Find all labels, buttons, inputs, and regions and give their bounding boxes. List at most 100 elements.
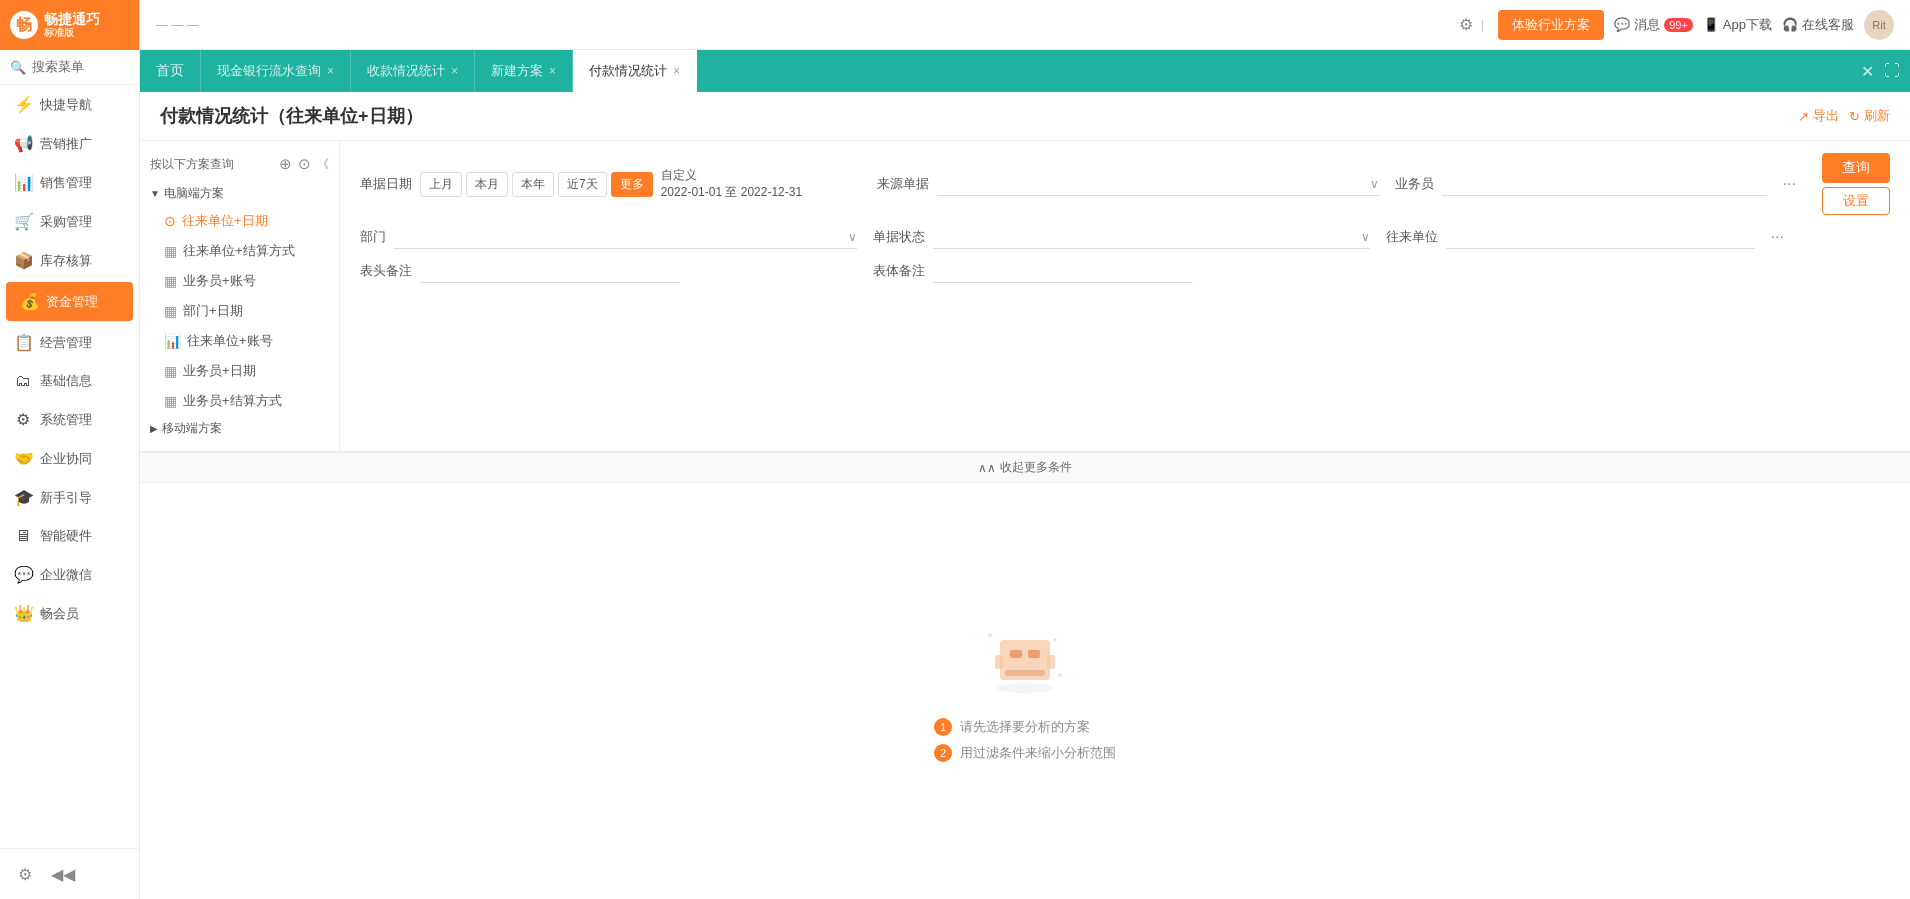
dept-select[interactable]: ∨	[394, 226, 857, 249]
sidebar-item-guide[interactable]: 🎓 新手引导	[0, 478, 139, 517]
filter-header-note-item: 表头备注	[360, 259, 857, 283]
filter-row-1: 单据日期 上月 本月 本年 近7天 更多 自定义 2022-	[360, 153, 1890, 215]
tab-income-stats[interactable]: 收款情况统计 ×	[351, 50, 475, 92]
sidebar-item-system[interactable]: ⚙ 系统管理	[0, 400, 139, 439]
tab-new-plan-close[interactable]: ×	[549, 64, 556, 78]
tab-bank-flow[interactable]: 现金银行流水查询 ×	[201, 50, 351, 92]
header-note-input[interactable]	[420, 259, 680, 283]
source-doc-select[interactable]: ∨	[937, 173, 1378, 196]
sidebar-item-sales[interactable]: 📊 销售管理	[0, 163, 139, 202]
tab-new-plan[interactable]: 新建方案 ×	[475, 50, 573, 92]
tab-bank-flow-label: 现金银行流水查询	[217, 62, 321, 80]
source-doc-label: 来源单据	[877, 175, 929, 193]
desktop-scheme-group[interactable]: ▼ 电脑端方案	[140, 181, 339, 206]
tab-payment-stats[interactable]: 付款情况统计 ×	[573, 50, 697, 92]
hardware-icon: 🖥	[14, 527, 32, 545]
tab-payment-stats-close[interactable]: ×	[673, 64, 680, 78]
settings-scheme-btn[interactable]: ⊙	[298, 155, 311, 173]
tabs-bar: 首页 现金银行流水查询 × 收款情况统计 × 新建方案 × 付款情况统计 × ✕…	[140, 50, 1910, 92]
sidebar-item-wechat[interactable]: 💬 企业微信	[0, 555, 139, 594]
sidebar-search[interactable]: 🔍 搜索菜单	[0, 50, 139, 85]
sidebar-bottom: ⚙ ◀◀	[0, 848, 139, 899]
tab-bank-flow-close[interactable]: ×	[327, 64, 334, 78]
body-note-input[interactable]	[933, 259, 1193, 283]
export-button[interactable]: ↗ 导出	[1798, 107, 1839, 125]
industry-plan-button[interactable]: 体验行业方案	[1498, 10, 1604, 40]
filter-dept-item: 部门 ∨	[360, 226, 857, 249]
sidebar-nav: ⚡ 快捷导航 📢 营销推广 📊 销售管理 🛒 采购管理 📦 库存核算 💰 资金管…	[0, 85, 139, 848]
app-download-button[interactable]: 📱 App下载	[1703, 16, 1772, 34]
scheme-item-salesman-account[interactable]: ▦ 业务员+账号	[140, 266, 339, 296]
logo-title: 畅捷通巧	[44, 11, 100, 28]
user-avatar[interactable]: Rit	[1864, 10, 1894, 40]
expand-tabs-btn[interactable]: ⛶	[1884, 62, 1900, 80]
date-btn-7days[interactable]: 近7天	[558, 172, 607, 197]
scheme-item-dept-date[interactable]: ▦ 部门+日期	[140, 296, 339, 326]
gear-icon[interactable]: ⚙	[1459, 15, 1473, 34]
settings-bottom-btn[interactable]: ⚙	[10, 859, 40, 889]
sidebar-item-purchase[interactable]: 🛒 采购管理	[0, 202, 139, 241]
salesman-dots-icon[interactable]: ···	[1783, 175, 1796, 193]
collapse-scheme-btn[interactable]: 《	[317, 156, 329, 173]
sidebar-item-label: 智能硬件	[40, 527, 92, 545]
source-doc-arrow-icon: ∨	[1370, 177, 1379, 191]
guide-icon: 🎓	[14, 488, 32, 507]
app-download-label: App下载	[1723, 16, 1772, 34]
add-scheme-btn[interactable]: ⊕	[279, 155, 292, 173]
close-all-tabs-btn[interactable]: ✕	[1861, 62, 1874, 81]
sidebar-item-quick-nav[interactable]: ⚡ 快捷导航	[0, 85, 139, 124]
sidebar-item-operations[interactable]: 📋 经营管理	[0, 323, 139, 362]
collapse-sidebar-btn[interactable]: ◀◀	[48, 859, 78, 889]
query-button[interactable]: 查询	[1822, 153, 1890, 183]
scheme-item-salesman-date[interactable]: ▦ 业务员+日期	[140, 356, 339, 386]
filter-panel: 单据日期 上月 本月 本年 近7天 更多 自定义 2022-	[340, 141, 1910, 451]
mobile-scheme-group[interactable]: ▶ 移动端方案	[140, 416, 339, 441]
sidebar-item-inventory[interactable]: 📦 库存核算	[0, 241, 139, 280]
scheme-icon-partner-date: ⊙	[164, 213, 176, 229]
inventory-icon: 📦	[14, 251, 32, 270]
scheme-item-partner-date[interactable]: ⊙ 往来单位+日期	[140, 206, 339, 236]
date-buttons: 上月 本月 本年 近7天 更多	[420, 172, 653, 197]
empty-hint-1-text: 请先选择要分析的方案	[960, 718, 1090, 736]
partner-dots-icon[interactable]: ···	[1771, 228, 1784, 246]
message-button[interactable]: 💬 消息 99+	[1614, 16, 1693, 34]
page-title: 付款情况统计（往来单位+日期）	[160, 104, 423, 140]
tab-income-stats-close[interactable]: ×	[451, 64, 458, 78]
export-label: 导出	[1813, 107, 1839, 125]
date-btn-this-month[interactable]: 本月	[466, 172, 508, 197]
message-badge: 99+	[1664, 18, 1693, 32]
online-service-button[interactable]: 🎧 在线客服	[1782, 16, 1854, 34]
export-icon: ↗	[1798, 109, 1809, 124]
filter-partner-item: 往来单位 ···	[1386, 225, 1784, 249]
settings-filter-button[interactable]: 设置	[1822, 187, 1890, 215]
date-btn-last-month[interactable]: 上月	[420, 172, 462, 197]
scheme-item-partner-account[interactable]: 📊 往来单位+账号	[140, 326, 339, 356]
capital-icon: 💰	[20, 292, 38, 311]
date-btn-this-year[interactable]: 本年	[512, 172, 554, 197]
collapse-conditions-btn[interactable]: ∧∧ 收起更多条件	[978, 459, 1072, 476]
scheme-item-label: 业务员+账号	[183, 272, 256, 290]
scheme-item-label: 往来单位+账号	[187, 332, 273, 350]
date-btn-more[interactable]: 更多	[611, 172, 653, 197]
empty-icon	[975, 620, 1075, 700]
scheme-icon-dept-date: ▦	[164, 303, 177, 319]
sidebar-item-hardware[interactable]: 🖥 智能硬件	[0, 517, 139, 555]
scheme-item-partner-settle[interactable]: ▦ 往来单位+结算方式	[140, 236, 339, 266]
collapse-label: 收起更多条件	[1000, 459, 1072, 476]
doc-status-select[interactable]: ∨	[933, 226, 1370, 249]
sidebar-item-label: 快捷导航	[40, 96, 92, 114]
scheme-item-salesman-settle[interactable]: ▦ 业务员+结算方式	[140, 386, 339, 416]
svg-rect-3	[1005, 670, 1045, 676]
tab-new-plan-label: 新建方案	[491, 62, 543, 80]
partner-input[interactable]	[1446, 225, 1754, 249]
tab-home[interactable]: 首页	[140, 50, 201, 92]
sidebar-item-basic-info[interactable]: 🗂 基础信息	[0, 362, 139, 400]
step-1-number: 1	[934, 718, 952, 736]
sidebar-item-capital[interactable]: 💰 资金管理	[6, 282, 133, 321]
tab-home-label: 首页	[156, 62, 184, 80]
sidebar-item-enterprise[interactable]: 🤝 企业协同	[0, 439, 139, 478]
salesman-input[interactable]	[1442, 172, 1767, 196]
refresh-button[interactable]: ↻ 刷新	[1849, 107, 1890, 125]
sidebar-item-member[interactable]: 👑 畅会员	[0, 594, 139, 633]
sidebar-item-marketing[interactable]: 📢 营销推广	[0, 124, 139, 163]
